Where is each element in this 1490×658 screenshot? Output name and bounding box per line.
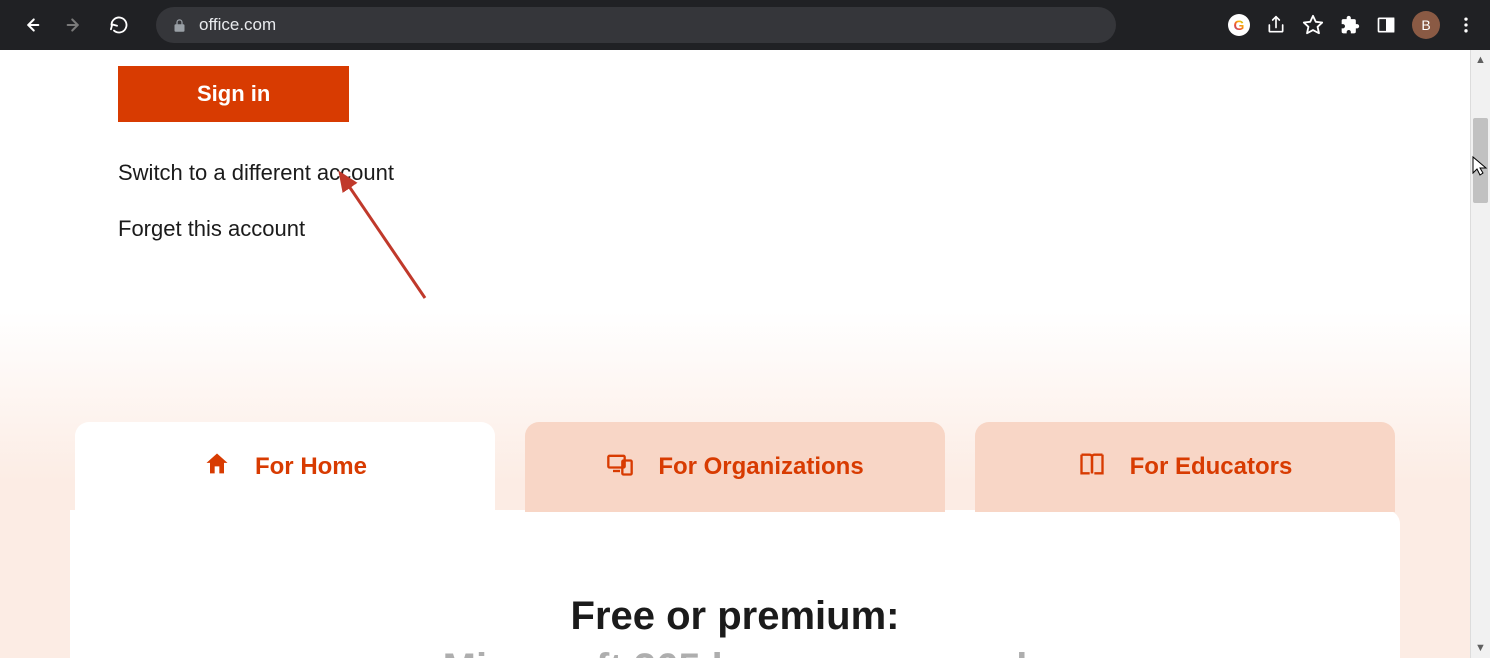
profile-avatar[interactable]: B — [1412, 11, 1440, 39]
scroll-up-button[interactable]: ▲ — [1471, 50, 1490, 70]
headline-1: Free or premium: — [90, 590, 1380, 642]
plans-section: For Home For Organizations For Educators… — [0, 312, 1470, 658]
tab-home-label: For Home — [255, 453, 367, 481]
reload-button[interactable] — [102, 8, 136, 42]
vertical-scrollbar[interactable]: ▲ ▼ — [1470, 50, 1490, 658]
forward-button[interactable] — [58, 8, 92, 42]
home-icon — [203, 450, 231, 485]
lock-icon — [172, 18, 187, 33]
scroll-down-button[interactable]: ▼ — [1471, 638, 1490, 658]
devices-icon — [606, 450, 634, 485]
tab-organizations[interactable]: For Organizations — [525, 422, 945, 512]
back-button[interactable] — [14, 8, 48, 42]
book-icon — [1078, 450, 1106, 485]
profile-letter: B — [1421, 17, 1430, 33]
google-icon[interactable]: G — [1228, 14, 1250, 36]
headline-2: Microsoft 365 has you covered — [90, 642, 1380, 658]
browser-toolbar: office.com G B — [0, 0, 1490, 50]
bookmark-star-icon[interactable] — [1302, 14, 1324, 36]
plan-tabs: For Home For Organizations For Educators — [70, 422, 1400, 512]
scroll-thumb[interactable] — [1473, 118, 1488, 203]
panel-icon[interactable] — [1376, 15, 1396, 35]
page-viewport: Sign in Switch to a different account Fo… — [0, 50, 1470, 658]
tab-edu-label: For Educators — [1130, 453, 1293, 481]
signin-section: Sign in Switch to a different account Fo… — [0, 50, 1470, 312]
forget-account-link[interactable]: Forget this account — [118, 216, 1470, 242]
address-bar[interactable]: office.com — [156, 7, 1116, 43]
tab-org-label: For Organizations — [658, 453, 863, 481]
switch-account-link[interactable]: Switch to a different account — [118, 160, 1470, 186]
menu-dots-icon[interactable] — [1456, 15, 1476, 35]
toolbar-right: G B — [1228, 11, 1476, 39]
tab-educators[interactable]: For Educators — [975, 422, 1395, 512]
share-icon[interactable] — [1266, 15, 1286, 35]
signin-button[interactable]: Sign in — [118, 66, 349, 122]
tab-content: Free or premium: Microsoft 365 has you c… — [70, 510, 1400, 658]
url-text: office.com — [199, 15, 276, 35]
tab-home[interactable]: For Home — [75, 422, 495, 512]
extensions-icon[interactable] — [1340, 15, 1360, 35]
